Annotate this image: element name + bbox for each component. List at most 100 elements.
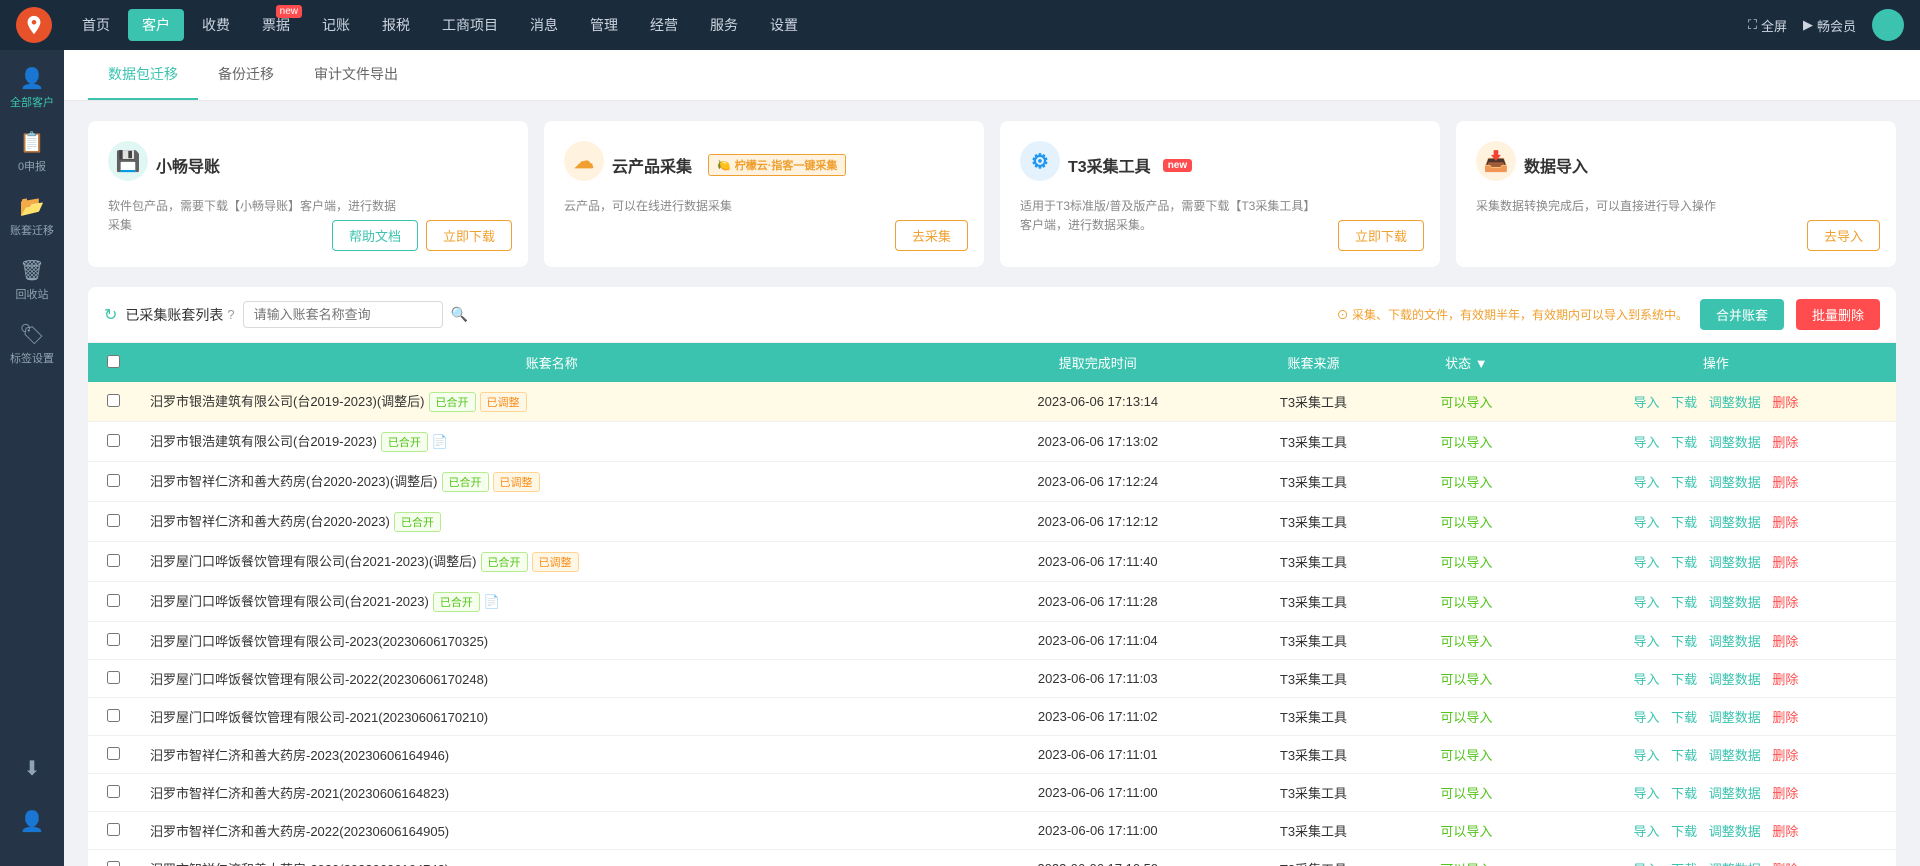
row-checkbox-8[interactable] [107,709,120,722]
fullscreen-button[interactable]: ⛶ 全屏 [1748,16,1787,35]
adjust-link-6[interactable]: 调整数据 [1709,634,1761,649]
import-link-7[interactable]: 导入 [1633,672,1659,687]
download-link-11[interactable]: 下载 [1671,824,1697,839]
row-checkbox-11[interactable] [107,823,120,836]
import-link-5[interactable]: 导入 [1633,595,1659,610]
sidebar-item-tag-settings[interactable]: 🏷 标签设置 [0,314,64,374]
import-link-2[interactable]: 导入 [1633,475,1659,490]
row-checkbox-4[interactable] [107,554,120,567]
adjust-link-8[interactable]: 调整数据 [1709,710,1761,725]
nav-item-fee[interactable]: 收费 [188,9,244,41]
row-checkbox-2[interactable] [107,474,120,487]
go-import-button[interactable]: 去导入 [1807,220,1880,251]
adjust-link-1[interactable]: 调整数据 [1709,435,1761,450]
download-link-4[interactable]: 下载 [1671,555,1697,570]
table-search-input[interactable] [243,301,443,328]
adjust-link-11[interactable]: 调整数据 [1709,824,1761,839]
sidebar-item-account-migrate[interactable]: 📂 账套迁移 [0,186,64,246]
import-link-10[interactable]: 导入 [1633,786,1659,801]
adjust-link-5[interactable]: 调整数据 [1709,595,1761,610]
import-link-0[interactable]: 导入 [1633,395,1659,410]
sidebar-item-zero-declare[interactable]: 📋 0申报 [0,122,64,182]
member-button[interactable]: ▶ 畅会员 [1803,16,1856,35]
delete-link-9[interactable]: 删除 [1772,748,1798,763]
import-link-4[interactable]: 导入 [1633,555,1659,570]
adjust-link-9[interactable]: 调整数据 [1709,748,1761,763]
row-checkbox-3[interactable] [107,514,120,527]
row-checkbox-7[interactable] [107,671,120,684]
batch-delete-button[interactable]: 批量删除 [1796,299,1880,330]
import-link-8[interactable]: 导入 [1633,710,1659,725]
import-link-6[interactable]: 导入 [1633,634,1659,649]
download-link-5[interactable]: 下载 [1671,595,1697,610]
nav-item-settings[interactable]: 设置 [756,9,812,41]
delete-link-3[interactable]: 删除 [1772,515,1798,530]
nav-item-bizproject[interactable]: 工商项目 [428,9,512,41]
select-all-checkbox[interactable] [107,355,120,368]
nav-item-bookkeeping[interactable]: 记账 [308,9,364,41]
row-checkbox-6[interactable] [107,633,120,646]
delete-link-8[interactable]: 删除 [1772,710,1798,725]
file-icon[interactable]: 📄 [484,594,500,609]
adjust-link-10[interactable]: 调整数据 [1709,786,1761,801]
delete-link-10[interactable]: 删除 [1772,786,1798,801]
download-link-6[interactable]: 下载 [1671,634,1697,649]
nav-item-customer[interactable]: 客户 [128,9,184,41]
delete-link-6[interactable]: 删除 [1772,634,1798,649]
nav-item-operation[interactable]: 经营 [636,9,692,41]
delete-link-12[interactable]: 删除 [1772,862,1798,866]
tab-audit-export[interactable]: 审计文件导出 [294,50,418,100]
nav-item-manage[interactable]: 管理 [576,9,632,41]
delete-link-11[interactable]: 删除 [1772,824,1798,839]
download-link-7[interactable]: 下载 [1671,672,1697,687]
import-link-1[interactable]: 导入 [1633,435,1659,450]
sidebar-item-user[interactable]: 👤 [16,801,49,842]
merge-account-button[interactable]: 合并账套 [1700,299,1784,330]
adjust-link-4[interactable]: 调整数据 [1709,555,1761,570]
row-checkbox-5[interactable] [107,594,120,607]
delete-link-7[interactable]: 删除 [1772,672,1798,687]
delete-link-2[interactable]: 删除 [1772,475,1798,490]
download-link-3[interactable]: 下载 [1671,515,1697,530]
adjust-link-2[interactable]: 调整数据 [1709,475,1761,490]
download-now-button-t3[interactable]: 立即下载 [1338,220,1424,251]
download-link-9[interactable]: 下载 [1671,748,1697,763]
download-link-10[interactable]: 下载 [1671,786,1697,801]
row-checkbox-9[interactable] [107,747,120,760]
row-checkbox-10[interactable] [107,785,120,798]
row-checkbox-0[interactable] [107,394,120,407]
download-link-0[interactable]: 下载 [1671,395,1697,410]
table-help-icon[interactable]: ? [227,307,234,322]
adjust-link-3[interactable]: 调整数据 [1709,515,1761,530]
download-link-12[interactable]: 下载 [1671,862,1697,866]
go-collect-button[interactable]: 去采集 [895,220,968,251]
download-link-1[interactable]: 下载 [1671,435,1697,450]
refresh-icon[interactable]: ↻ [104,305,117,325]
nav-item-home[interactable]: 首页 [68,9,124,41]
file-icon[interactable]: 📄 [432,434,448,449]
sidebar-item-download[interactable]: ⬇ [16,748,49,789]
nav-item-tax[interactable]: 报税 [368,9,424,41]
delete-link-4[interactable]: 删除 [1772,555,1798,570]
download-now-button-xiao[interactable]: 立即下载 [426,220,512,251]
import-link-11[interactable]: 导入 [1633,824,1659,839]
delete-link-0[interactable]: 删除 [1772,395,1798,410]
help-doc-button[interactable]: 帮助文档 [332,220,418,251]
import-link-9[interactable]: 导入 [1633,748,1659,763]
row-checkbox-1[interactable] [107,434,120,447]
download-link-8[interactable]: 下载 [1671,710,1697,725]
sidebar-item-recycle[interactable]: 🗑 回收站 [0,250,64,310]
delete-link-1[interactable]: 删除 [1772,435,1798,450]
import-link-12[interactable]: 导入 [1633,862,1659,866]
table-search-button[interactable]: 🔍 [451,306,468,323]
adjust-link-12[interactable]: 调整数据 [1709,862,1761,866]
delete-link-5[interactable]: 删除 [1772,595,1798,610]
import-link-3[interactable]: 导入 [1633,515,1659,530]
user-avatar[interactable] [1872,9,1904,41]
download-link-2[interactable]: 下载 [1671,475,1697,490]
tab-backup-migrate[interactable]: 备份迁移 [198,50,294,100]
tab-data-migrate[interactable]: 数据包迁移 [88,50,198,100]
app-logo[interactable] [16,7,52,43]
nav-item-message[interactable]: 消息 [516,9,572,41]
sidebar-item-all-customers[interactable]: 👤 全部客户 [0,58,64,118]
